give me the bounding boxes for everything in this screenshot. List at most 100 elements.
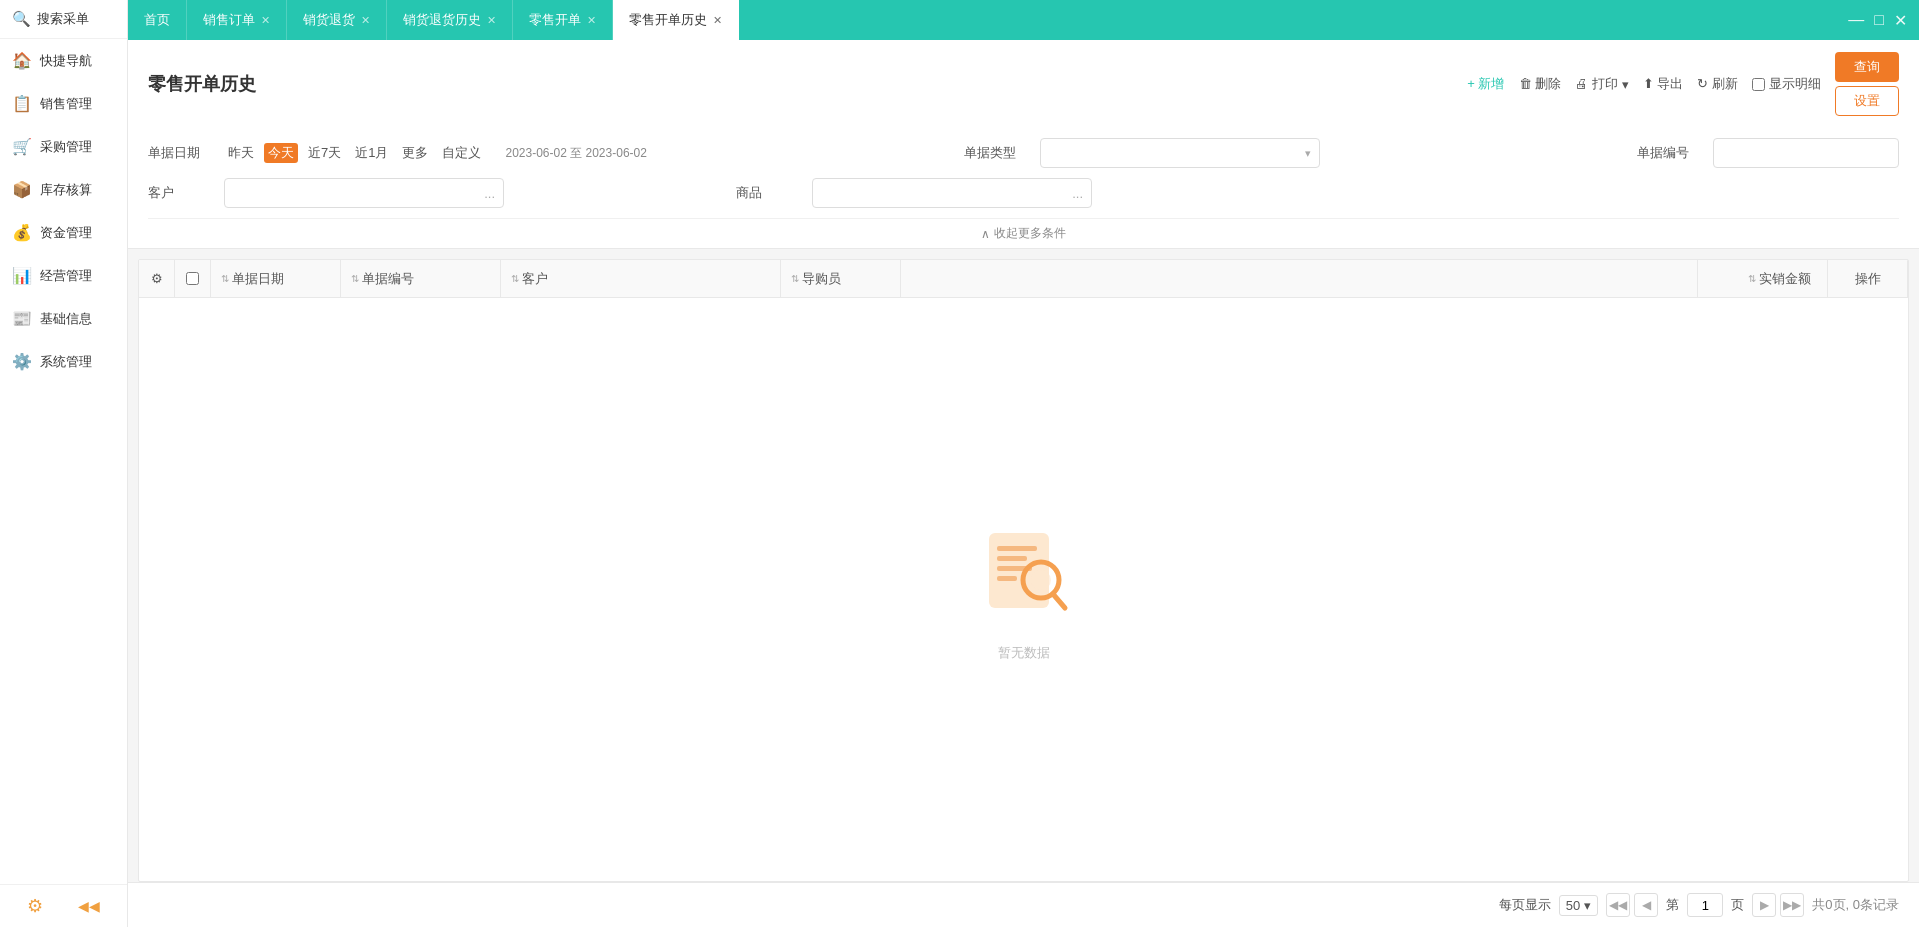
delete-button[interactable]: 🗑 删除 — [1519, 75, 1562, 93]
sidebar-item-label: 快捷导航 — [40, 52, 92, 70]
th-op-label: 操作 — [1855, 270, 1881, 288]
date-shortcut-7days[interactable]: 近7天 — [304, 143, 345, 163]
customer-input[interactable]: ... — [224, 178, 504, 208]
operations-icon: 📊 — [12, 266, 32, 285]
sidebar-item-sales-mgmt[interactable]: 📋 销售管理 — [0, 82, 127, 125]
sidebar-item-label: 资金管理 — [40, 224, 92, 242]
window-maximize-icon[interactable]: □ — [1874, 11, 1884, 29]
display-detail-checkbox-wrap[interactable]: 显示明细 — [1752, 75, 1821, 93]
sidebar-item-label: 采购管理 — [40, 138, 92, 156]
collapse-filter-btn[interactable]: ∧ 收起更多条件 — [148, 218, 1899, 248]
th-customer-label: 客户 — [522, 270, 548, 288]
collapse-sidebar-icon[interactable]: ◀◀ — [78, 898, 100, 914]
topbar: 首页 销售订单 ✕ 销货退货 ✕ 销货退货历史 ✕ 零售开单 ✕ 零售开单历史 … — [128, 0, 1919, 40]
sidebar-bottom: ⚙ ◀◀ — [0, 884, 127, 927]
sidebar-item-basic-info[interactable]: 📰 基础信息 — [0, 297, 127, 340]
th-billno[interactable]: ⇅ 单据编号 — [341, 260, 501, 297]
sidebar-item-operations[interactable]: 📊 经营管理 — [0, 254, 127, 297]
sidebar-item-label: 系统管理 — [40, 353, 92, 371]
doc-type-label: 单据类型 — [964, 144, 1024, 162]
tab-retail-open-history-label: 零售开单历史 — [629, 11, 707, 29]
setting-button[interactable]: 设置 — [1835, 86, 1899, 116]
th-guide[interactable]: ⇅ 导购员 — [781, 260, 901, 297]
per-page-chevron: ▾ — [1584, 898, 1591, 913]
sidebar-search-label: 搜索采单 — [37, 10, 89, 28]
th-customer[interactable]: ⇅ 客户 — [501, 260, 781, 297]
select-all-checkbox[interactable] — [186, 272, 199, 285]
empty-state: 暂无数据 — [139, 298, 1908, 881]
empty-text: 暂无数据 — [998, 644, 1050, 662]
next-page-btn[interactable]: ▶ — [1752, 893, 1776, 917]
tab-sales-return-close[interactable]: ✕ — [361, 14, 370, 27]
export-button[interactable]: ⬆ 导出 — [1643, 75, 1684, 93]
per-page-select[interactable]: 50 ▾ — [1559, 895, 1598, 916]
home-icon: 🏠 — [12, 51, 32, 70]
toolbar: + 新增 🗑 删除 🖨 打印 ▾ ⬆ 导出 ↻ 刷新 显示明细 查询 设置 — [1467, 52, 1899, 116]
tab-sales-order-close[interactable]: ✕ — [261, 14, 270, 27]
goods-label: 商品 — [736, 184, 796, 202]
query-button[interactable]: 查询 — [1835, 52, 1899, 82]
svg-rect-2 — [997, 556, 1027, 561]
first-page-btn[interactable]: ◀◀ — [1606, 893, 1630, 917]
date-shortcut-custom[interactable]: 自定义 — [438, 143, 485, 163]
tab-retail-open[interactable]: 零售开单 ✕ — [513, 0, 613, 40]
sidebar-item-inventory[interactable]: 📦 库存核算 — [0, 168, 127, 211]
page-input[interactable] — [1687, 893, 1723, 917]
tab-retail-open-history-close[interactable]: ✕ — [713, 14, 722, 27]
display-detail-label: 显示明细 — [1769, 75, 1821, 93]
tab-sales-return-history-close[interactable]: ✕ — [487, 14, 496, 27]
refresh-button[interactable]: ↻ 刷新 — [1697, 75, 1738, 93]
doc-type-select[interactable]: ▾ — [1040, 138, 1320, 168]
th-amount[interactable]: ⇅ 实销金额 — [1698, 260, 1828, 297]
page-label: 第 — [1666, 896, 1679, 914]
settings-col-icon: ⚙ — [151, 271, 163, 286]
sidebar-item-quick-nav[interactable]: 🏠 快捷导航 — [0, 39, 127, 82]
page-title-row: 零售开单历史 + 新增 🗑 删除 🖨 打印 ▾ ⬆ 导出 ↻ 刷新 显示明细 — [148, 52, 1899, 116]
tab-retail-open-history[interactable]: 零售开单历史 ✕ — [613, 0, 739, 40]
inventory-icon: 📦 — [12, 180, 32, 199]
sidebar-item-sys-mgmt[interactable]: ⚙️ 系统管理 — [0, 340, 127, 383]
sidebar-item-finance[interactable]: 💰 资金管理 — [0, 211, 127, 254]
goods-input[interactable]: ... — [812, 178, 1092, 208]
svg-line-6 — [1053, 594, 1065, 608]
collapse-icon: ∧ — [981, 227, 990, 241]
tab-home[interactable]: 首页 — [128, 0, 187, 40]
sort-icon-amount: ⇅ — [1748, 273, 1756, 284]
settings-icon[interactable]: ⚙ — [27, 895, 43, 917]
filter-section: 单据日期 昨天 今天 近7天 近1月 更多 自定义 2023-06-02 至 2… — [148, 128, 1899, 248]
tab-sales-return[interactable]: 销货退货 ✕ — [287, 0, 387, 40]
display-detail-checkbox[interactable] — [1752, 78, 1765, 91]
date-shortcut-yesterday[interactable]: 昨天 — [224, 143, 258, 163]
collapse-label: 收起更多条件 — [994, 225, 1066, 242]
svg-point-7 — [1031, 570, 1051, 590]
th-date-label: 单据日期 — [232, 270, 284, 288]
window-minimize-icon[interactable]: — — [1848, 11, 1864, 29]
print-button[interactable]: 🖨 打印 ▾ — [1575, 75, 1629, 93]
tab-retail-open-close[interactable]: ✕ — [587, 14, 596, 27]
window-close-icon[interactable]: ✕ — [1894, 11, 1907, 30]
th-checkbox[interactable] — [175, 260, 211, 297]
date-shortcut-more[interactable]: 更多 — [398, 143, 432, 163]
customer-label: 客户 — [148, 184, 208, 202]
sort-icon-billno: ⇅ — [351, 273, 359, 284]
th-date[interactable]: ⇅ 单据日期 — [211, 260, 341, 297]
sidebar-item-purchase-mgmt[interactable]: 🛒 采购管理 — [0, 125, 127, 168]
tab-retail-open-label: 零售开单 — [529, 11, 581, 29]
tab-sales-order[interactable]: 销售订单 ✕ — [187, 0, 287, 40]
last-page-btn[interactable]: ▶▶ — [1780, 893, 1804, 917]
goods-ellipsis: ... — [1072, 186, 1083, 201]
sidebar-item-label: 经营管理 — [40, 267, 92, 285]
date-shortcut-1month[interactable]: 近1月 — [351, 143, 392, 163]
th-guide-label: 导购员 — [802, 270, 841, 288]
chevron-down-icon: ▾ — [1305, 147, 1311, 160]
query-setting-btns: 查询 设置 — [1835, 52, 1899, 116]
add-button[interactable]: + 新增 — [1467, 75, 1504, 93]
tab-sales-return-history[interactable]: 销货退货历史 ✕ — [387, 0, 513, 40]
sidebar-search[interactable]: 🔍 搜索采单 — [0, 0, 127, 39]
tab-sales-return-history-label: 销货退货历史 — [403, 11, 481, 29]
prev-page-btn[interactable]: ◀ — [1634, 893, 1658, 917]
th-settings[interactable]: ⚙ — [139, 260, 175, 297]
date-shortcut-today[interactable]: 今天 — [264, 143, 298, 163]
doc-no-input[interactable] — [1713, 138, 1899, 168]
svg-rect-1 — [997, 546, 1037, 551]
